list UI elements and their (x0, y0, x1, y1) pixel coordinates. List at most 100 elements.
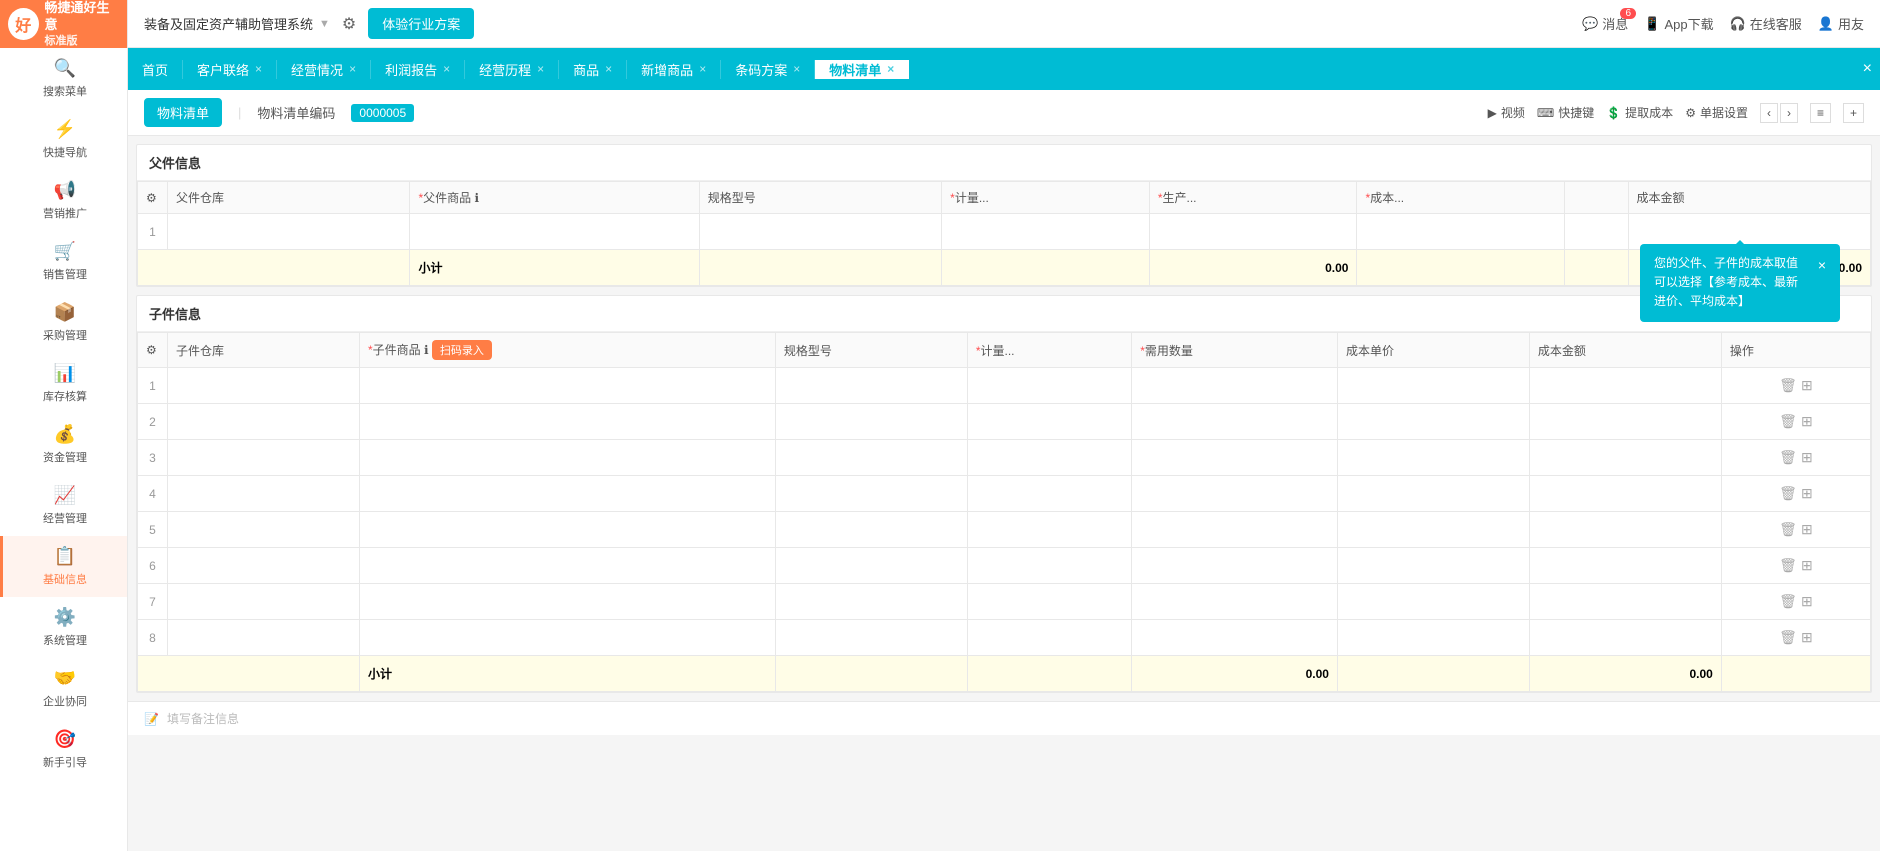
child-col-actions: 操作 (1721, 333, 1870, 368)
sub-header-right: ▶ 视频 ⌨ 快捷键 💲 提取成本 ⚙ 单据设置 ‹ › ≡ + (1488, 103, 1864, 123)
sidebar-item-search[interactable]: 🔍搜索菜单 (0, 48, 127, 109)
tab-close-bom[interactable]: × (887, 62, 894, 76)
experience-btn[interactable]: 体验行业方案 (368, 8, 474, 39)
delete-icon[interactable]: 🗑 (1779, 413, 1797, 430)
delete-icon[interactable]: 🗑 (1779, 449, 1797, 466)
parent-col-goods: *父件商品 ℹ (410, 182, 699, 214)
tab-close-goods[interactable]: × (605, 62, 612, 76)
copy-icon[interactable]: ⊞ (1801, 629, 1813, 646)
app-download-btn[interactable]: 📱 App下载 (1644, 14, 1713, 33)
child-col-amount: 成本金额 (1529, 333, 1721, 368)
add-row-btn[interactable]: + (1843, 103, 1864, 123)
parent-table: ⚙ 父件仓库 *父件商品 ℹ 规格型号 *计量... *生产... *成本...… (137, 181, 1871, 286)
table-row: 7 🗑 ⊞ (138, 584, 1871, 620)
nav-tab-barcode[interactable]: 条码方案 × (721, 60, 815, 79)
tab-close-barcode[interactable]: × (793, 62, 800, 76)
tooltip-close-btn[interactable]: × (1818, 254, 1826, 276)
table-row: 2 🗑 ⊞ (138, 404, 1871, 440)
main-content: 装备及固定资产辅助管理系统 ▼ ⚙ 体验行业方案 💬 消息 6 📱 App下载 … (128, 0, 1880, 851)
parent-col-extra (1565, 182, 1628, 214)
content-area: × 您的父件、子件的成本取值可以选择【参考成本、最新进价、平均成本】 父件信息 … (128, 136, 1880, 851)
tab-close-icon[interactable]: × (1855, 60, 1880, 78)
child-col-goods: *子件商品 ℹ 扫码录入 (359, 333, 775, 368)
sidebar-item-quick-nav[interactable]: ⚡快捷导航 (0, 109, 127, 170)
table-row: 8 🗑 ⊞ (138, 620, 1871, 656)
child-table: ⚙ 子件仓库 *子件商品 ℹ 扫码录入 规格型号 *计量... *需用数量 成本… (137, 332, 1871, 692)
user-menu[interactable]: 👤 用友 (1818, 14, 1864, 33)
copy-icon[interactable]: ⊞ (1801, 377, 1813, 394)
message-btn[interactable]: 💬 消息 6 (1582, 14, 1628, 33)
tab-close-new-goods[interactable]: × (699, 62, 706, 76)
sidebar-item-finance[interactable]: 💰资金管理 (0, 414, 127, 475)
delete-icon[interactable]: 🗑 (1779, 557, 1797, 574)
single-settings-btn[interactable]: ⚙ 单据设置 (1685, 104, 1748, 121)
delete-icon[interactable]: 🗑 (1779, 485, 1797, 502)
topbar-right: 💬 消息 6 📱 App下载 🎧 在线客服 👤 用友 (1582, 14, 1864, 33)
parent-col-production: *生产... (1149, 182, 1357, 214)
copy-icon[interactable]: ⊞ (1801, 593, 1813, 610)
sidebar-item-inventory[interactable]: 📊库存核算 (0, 353, 127, 414)
sidebar-item-operations[interactable]: 📈经营管理 (0, 475, 127, 536)
copy-icon[interactable]: ⊞ (1801, 485, 1813, 502)
sidebar-logo: 好 畅捷通好生意 标准版 (0, 0, 127, 48)
child-col-quantity: *需用数量 (1132, 333, 1338, 368)
copy-icon[interactable]: ⊞ (1801, 413, 1813, 430)
nav-tab-bom[interactable]: 物料清单 × (815, 60, 909, 79)
parent-col-unit: *计量... (942, 182, 1150, 214)
sidebar-item-enterprise[interactable]: 🤝企业协同 (0, 658, 127, 719)
video-btn[interactable]: ▶ 视频 (1488, 104, 1525, 121)
parent-info-section: 父件信息 ⚙ 父件仓库 *父件商品 ℹ 规格型号 *计量... *生产... *… (136, 144, 1872, 287)
sub-header: 物料清单 | 物料清单编码 0000005 ▶ 视频 ⌨ 快捷键 💲 提取成本 … (128, 90, 1880, 136)
copy-icon[interactable]: ⊞ (1801, 521, 1813, 538)
tab-close-history[interactable]: × (537, 62, 544, 76)
parent-col-cost: *成本... (1357, 182, 1565, 214)
table-row: 4 🗑 ⊞ (138, 476, 1871, 512)
nav-tab-customers[interactable]: 客户联络 × (183, 60, 277, 79)
bom-list-tab[interactable]: 物料清单 (144, 98, 222, 127)
bom-code-badge: 0000005 (351, 104, 414, 122)
parent-col-settings: ⚙ (138, 182, 168, 214)
extract-cost-btn[interactable]: 💲 提取成本 (1606, 104, 1673, 121)
table-row: 3 🗑 ⊞ (138, 440, 1871, 476)
nav-tab-profit[interactable]: 利润报告 × (371, 60, 465, 79)
tab-close-profit[interactable]: × (443, 62, 450, 76)
parent-col-spec: 规格型号 (699, 182, 941, 214)
page-arrows: ‹ › (1760, 103, 1798, 123)
nav-tabs: 首页客户联络 ×经营情况 ×利润报告 ×经营历程 ×商品 ×新增商品 ×条码方案… (128, 48, 1880, 90)
logo-text: 畅捷通好生意 标准版 (45, 0, 119, 48)
tab-close-customers[interactable]: × (255, 62, 262, 76)
prev-page-btn[interactable]: ‹ (1760, 103, 1778, 123)
delete-icon[interactable]: 🗑 (1779, 593, 1797, 610)
child-col-unit: *计量... (967, 333, 1131, 368)
delete-icon[interactable]: 🗑 (1779, 629, 1797, 646)
child-col-unit-cost: 成本单价 (1337, 333, 1529, 368)
sidebar-item-sales[interactable]: 🛒销售管理 (0, 231, 127, 292)
tab-close-operations-status[interactable]: × (349, 62, 356, 76)
sidebar-item-guide[interactable]: 🎯新手引导 (0, 719, 127, 780)
nav-tab-new-goods[interactable]: 新增商品 × (627, 60, 721, 79)
settings-icon[interactable]: ⚙ (342, 14, 356, 34)
scan-input-btn[interactable]: 扫码录入 (432, 340, 492, 360)
nav-tab-history[interactable]: 经营历程 × (465, 60, 559, 79)
copy-icon[interactable]: ⊞ (1801, 449, 1813, 466)
nav-tab-home[interactable]: 首页 (128, 60, 183, 79)
online-service-btn[interactable]: 🎧 在线客服 (1730, 14, 1802, 33)
logo-icon: 好 (8, 8, 39, 40)
nav-tab-operations-status[interactable]: 经营情况 × (277, 60, 371, 79)
delete-icon[interactable]: 🗑 (1779, 377, 1797, 394)
next-page-btn[interactable]: › (1780, 103, 1798, 123)
sidebar-item-purchase[interactable]: 📦采购管理 (0, 292, 127, 353)
grid-view-btn[interactable]: ≡ (1810, 103, 1831, 123)
table-row: 1 (138, 214, 1871, 250)
sidebar-item-marketing[interactable]: 📢营销推广 (0, 170, 127, 231)
copy-icon[interactable]: ⊞ (1801, 557, 1813, 574)
delete-icon[interactable]: 🗑 (1779, 521, 1797, 538)
nav-tab-goods[interactable]: 商品 × (559, 60, 627, 79)
child-subtotal-row: 小计 0.00 0.00 (138, 656, 1871, 692)
cost-tooltip: × 您的父件、子件的成本取值可以选择【参考成本、最新进价、平均成本】 (1640, 244, 1840, 322)
sidebar-item-basic-info[interactable]: 📋基础信息 (0, 536, 127, 597)
shortcut-btn[interactable]: ⌨ 快捷键 (1537, 104, 1594, 121)
system-title: 装备及固定资产辅助管理系统 ▼ (144, 14, 330, 33)
sidebar-item-system[interactable]: ⚙️系统管理 (0, 597, 127, 658)
child-col-warehouse: 子件仓库 (168, 333, 360, 368)
